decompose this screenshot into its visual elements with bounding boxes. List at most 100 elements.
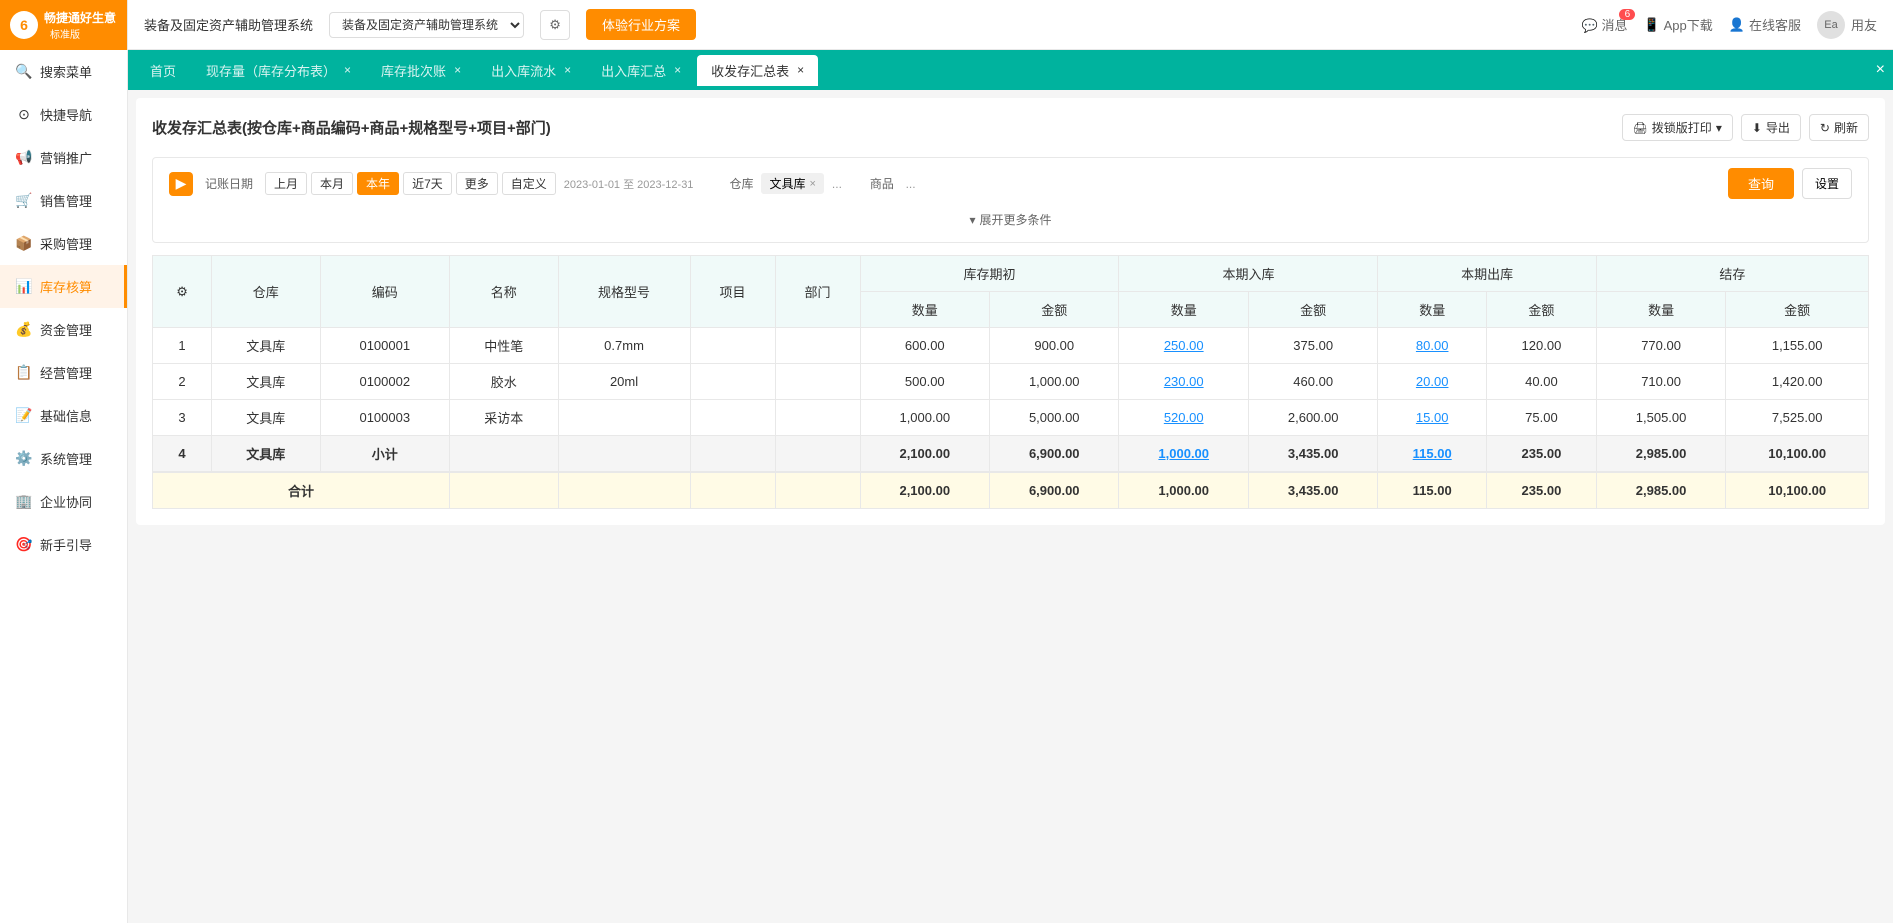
filter-expand-button[interactable]: ▶ (169, 172, 193, 196)
date-btn-this-year[interactable]: 本年 (357, 172, 399, 195)
tab-close-icon[interactable]: × (454, 63, 461, 77)
total-in-amt: 3,435.00 (1248, 472, 1377, 509)
tab-close-icon[interactable]: × (564, 63, 571, 77)
row-project (690, 328, 775, 364)
row-dept (775, 328, 860, 364)
topbar-settings-button[interactable]: ⚙ (540, 10, 570, 40)
row-in-amt: 375.00 (1248, 328, 1377, 364)
operation-icon: 📋 (16, 365, 32, 381)
sidebar-item-quick-nav[interactable]: ⊙ 快捷导航 (0, 93, 127, 136)
tab-inventory-dist[interactable]: 现存量（库存分布表） × (192, 55, 365, 86)
sidebar-item-finance[interactable]: 💰 资金管理 (0, 308, 127, 351)
sidebar-item-search-menu[interactable]: 🔍 搜索菜单 (0, 50, 127, 93)
sidebar-item-operation[interactable]: 📋 经营管理 (0, 351, 127, 394)
tab-home[interactable]: 首页 (136, 55, 190, 86)
row-bal-amt: 1,155.00 (1726, 328, 1869, 364)
date-btn-more[interactable]: 更多 (456, 172, 498, 195)
sidebar-item-enterprise[interactable]: 🏢 企业协同 (0, 480, 127, 523)
col-warehouse-header: 仓库 (212, 256, 321, 328)
row-begin-qty: 1,000.00 (860, 400, 989, 436)
sidebar-item-system[interactable]: ⚙️ 系统管理 (0, 437, 127, 480)
row-out-qty[interactable]: 80.00 (1378, 328, 1487, 364)
warehouse-tag-close[interactable]: × (809, 178, 815, 190)
online-service[interactable]: 👤 在线客服 (1729, 15, 1801, 34)
row-code: 0100002 (320, 364, 450, 400)
col-balance-header: 结存 (1596, 256, 1868, 292)
date-btn-this-month[interactable]: 本月 (311, 172, 353, 195)
col-settings-header[interactable]: ⚙ (153, 256, 212, 328)
date-range-display: 2023-01-01 至 2023-12-31 (564, 176, 694, 192)
tab-batch-ledger-label: 库存批次账 (381, 61, 446, 80)
date-btn-7days[interactable]: 近7天 (403, 172, 452, 195)
tab-batch-ledger[interactable]: 库存批次账 × (367, 55, 475, 86)
close-all-tabs-button[interactable]: × (1876, 61, 1885, 79)
filter-row-1: ▶ 记账日期 上月 本月 本年 近7天 更多 自定义 2023-01-01 至 … (169, 168, 1852, 199)
sidebar-item-label: 基础信息 (40, 406, 92, 425)
row-bal-qty: 770.00 (1596, 328, 1725, 364)
tab-close-icon[interactable]: × (674, 63, 681, 77)
row-goods-name: 胶水 (450, 364, 559, 400)
trial-button[interactable]: 体验行业方案 (586, 9, 696, 40)
export-button[interactable]: ⬇ 导出 (1741, 114, 1801, 141)
subtotal-project (690, 436, 775, 473)
row-out-qty[interactable]: 15.00 (1378, 400, 1487, 436)
table-body: 1 文具库 0100001 中性笔 0.7mm 600.00 900.00 25… (153, 328, 1869, 473)
row-project (690, 400, 775, 436)
row-goods-spec: 0.7mm (558, 328, 690, 364)
goods-more[interactable]: ... (906, 177, 916, 191)
row-in-qty[interactable]: 230.00 (1119, 364, 1248, 400)
sidebar-item-purchase[interactable]: 📦 采购管理 (0, 222, 127, 265)
logo-tag: 标准版 (46, 29, 84, 42)
system-select[interactable]: 装备及固定资产辅助管理系统 (329, 12, 524, 38)
total-out-amt: 235.00 (1486, 472, 1596, 509)
date-btn-custom[interactable]: 自定义 (502, 172, 556, 195)
sidebar-item-guide[interactable]: 🎯 新手引导 (0, 523, 127, 566)
date-btn-last-month[interactable]: 上月 (265, 172, 307, 195)
refresh-icon: ↻ (1820, 121, 1830, 135)
total-col7 (775, 472, 860, 509)
row-begin-qty: 500.00 (860, 364, 989, 400)
app-download[interactable]: 📱 App下载 (1643, 15, 1712, 34)
sidebar-item-marketing[interactable]: 📢 营销推广 (0, 136, 127, 179)
row-out-qty[interactable]: 20.00 (1378, 364, 1487, 400)
user-area[interactable]: Ea 用友 (1817, 11, 1877, 39)
warehouse-filter: 仓库 文具库 × ... (729, 173, 841, 194)
inventory-icon: 📊 (16, 279, 32, 295)
sidebar-item-inventory[interactable]: 📊 库存核算 (0, 265, 127, 308)
query-button[interactable]: 查询 (1728, 168, 1794, 199)
sidebar-item-label: 销售管理 (40, 191, 92, 210)
row-in-qty[interactable]: 250.00 (1119, 328, 1248, 364)
expand-more-row[interactable]: ▾ 展开更多条件 (169, 207, 1852, 232)
filter-settings-button[interactable]: 设置 (1802, 168, 1852, 199)
col-bal-amt-header: 金额 (1726, 292, 1869, 328)
sidebar-item-sales[interactable]: 🛒 销售管理 (0, 179, 127, 222)
message-badge[interactable]: 💬 消息 6 (1582, 15, 1628, 34)
subtotal-begin-amt: 6,900.00 (990, 436, 1119, 473)
logo-icon: 6 (10, 11, 38, 39)
marketing-icon: 📢 (16, 150, 32, 166)
sidebar-item-basic-info[interactable]: 📝 基础信息 (0, 394, 127, 437)
tab-home-label: 首页 (150, 61, 176, 80)
table-footer: 合计 2,100.00 6,900.00 1,000.00 3,435.00 1… (153, 472, 1869, 509)
tab-stock-summary[interactable]: 收发存汇总表 × (697, 55, 818, 86)
tab-in-out-summary[interactable]: 出入库汇总 × (587, 55, 695, 86)
subtotal-out-qty[interactable]: 115.00 (1378, 436, 1487, 473)
chevron-down-icon: ▾ (1716, 121, 1722, 135)
row-goods-spec (558, 400, 690, 436)
col-code-header: 编码 (320, 256, 450, 328)
print-button[interactable]: 🖨 拨锁版打印 ▾ (1622, 114, 1733, 141)
user-name: 用友 (1851, 15, 1877, 34)
refresh-button[interactable]: ↻ 刷新 (1809, 114, 1869, 141)
row-code: 0100003 (320, 400, 450, 436)
tab-close-icon[interactable]: × (344, 63, 351, 77)
row-dept (775, 400, 860, 436)
warehouse-more[interactable]: ... (832, 177, 842, 191)
sidebar-item-label: 快捷导航 (40, 105, 92, 124)
row-in-qty[interactable]: 520.00 (1119, 400, 1248, 436)
subtotal-in-qty[interactable]: 1,000.00 (1119, 436, 1248, 473)
tab-close-icon[interactable]: × (797, 63, 804, 77)
row-dept (775, 364, 860, 400)
warehouse-label: 仓库 (729, 175, 753, 192)
tab-in-out-flow[interactable]: 出入库流水 × (477, 55, 585, 86)
sidebar-item-label: 经营管理 (40, 363, 92, 382)
